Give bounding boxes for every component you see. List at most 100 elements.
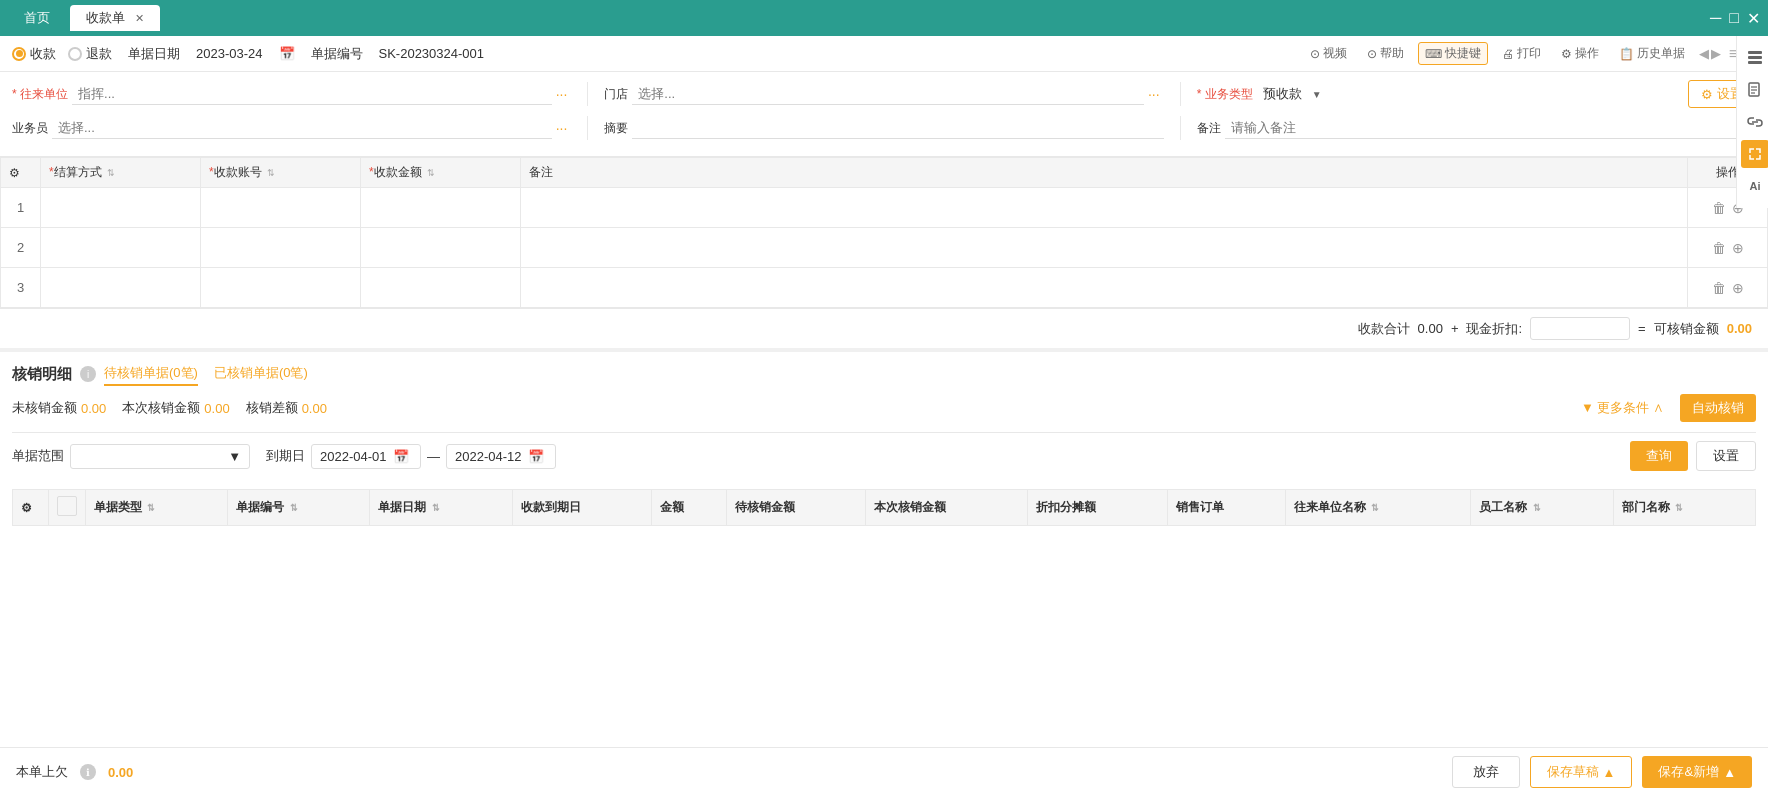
- summary-input[interactable]: [632, 117, 1163, 139]
- payment-method-col-header: *结算方式 ⇅: [41, 158, 201, 188]
- store-more-btn[interactable]: ···: [1144, 86, 1164, 102]
- operation-btn[interactable]: ⚙ 操作: [1555, 43, 1605, 64]
- divider-4: [1180, 116, 1181, 140]
- row-3-remarks[interactable]: [521, 268, 1688, 308]
- sidebar-expand-icon[interactable]: [1741, 140, 1768, 168]
- counterpart-input[interactable]: [72, 83, 552, 105]
- salesperson-more-btn[interactable]: ···: [552, 120, 572, 136]
- discount-input[interactable]: [1530, 317, 1630, 340]
- divider-3: [587, 116, 588, 140]
- save-draft-button[interactable]: 保存草稿 ▲: [1530, 756, 1633, 788]
- refund-radio[interactable]: 退款: [68, 45, 112, 63]
- main-container: 收款 退款 单据日期 2023-03-24 📅 单据编号 SK-20230324…: [0, 36, 1768, 796]
- row-2-account[interactable]: [201, 228, 361, 268]
- verification-info-icon[interactable]: i: [80, 366, 96, 382]
- footer-buttons: 放弃 保存草稿 ▲ 保存&新增 ▲: [1452, 756, 1752, 788]
- window-minimize-icon[interactable]: ─: [1710, 9, 1721, 28]
- row-2-delete-icon[interactable]: 🗑: [1712, 240, 1726, 256]
- calendar-icon[interactable]: 📅: [279, 46, 295, 61]
- tab-receipt[interactable]: 收款单 ✕: [70, 5, 160, 31]
- receipt-table: ⚙ *结算方式 ⇅ *收款账号 ⇅ *收款金额 ⇅ 备注 操作: [0, 157, 1768, 308]
- shortcut-btn[interactable]: ⌨ 快捷键: [1418, 42, 1488, 65]
- settings-col-header[interactable]: ⚙: [1, 158, 41, 188]
- row-1-amount[interactable]: [361, 188, 521, 228]
- row-1-remarks[interactable]: [521, 188, 1688, 228]
- date-value[interactable]: 2023-03-24: [196, 46, 263, 61]
- verification-title: 核销明细: [12, 365, 72, 384]
- tab-home[interactable]: 首页: [8, 5, 66, 31]
- counterpart-more-btn[interactable]: ···: [552, 86, 572, 102]
- next-arrow[interactable]: ▶: [1711, 46, 1721, 61]
- sidebar-document-icon[interactable]: [1741, 76, 1768, 104]
- right-sidebar: Ai: [1736, 36, 1768, 208]
- remarks-input[interactable]: [1225, 117, 1756, 139]
- summary-field: 摘要: [604, 117, 1163, 139]
- range-select[interactable]: ▼: [70, 444, 250, 469]
- store-input[interactable]: [632, 83, 1144, 105]
- remarks-label: 备注: [1197, 120, 1221, 137]
- verification-title-row: 核销明细 i 待核销单据(0笔) 已核销单据(0笔): [12, 362, 1756, 386]
- pending-tab[interactable]: 待核销单据(0笔): [104, 362, 198, 386]
- sort-icon-account: ⇅: [267, 168, 275, 178]
- this-order-value: 0.00: [108, 765, 133, 780]
- completed-tab[interactable]: 已核销单据(0笔): [214, 362, 308, 386]
- row-2-amount[interactable]: [361, 228, 521, 268]
- auto-verification-btn[interactable]: 自动核销: [1680, 394, 1756, 422]
- prev-arrow[interactable]: ◀: [1699, 46, 1709, 61]
- business-type-select[interactable]: 预收款 ▼: [1257, 82, 1688, 106]
- discard-button[interactable]: 放弃: [1452, 756, 1520, 788]
- due-end-date[interactable]: 2022-04-12 📅: [446, 444, 556, 469]
- number-value: SK-20230324-001: [379, 46, 485, 61]
- row-3-copy-icon[interactable]: ⊕: [1732, 280, 1744, 296]
- diff-value: 0.00: [302, 401, 327, 416]
- date-separator: —: [427, 449, 440, 464]
- bt-select-all-checkbox[interactable]: [57, 496, 77, 516]
- video-btn[interactable]: ⊙ 视频: [1304, 43, 1353, 64]
- row-2-copy-icon[interactable]: ⊕: [1732, 240, 1744, 256]
- window-maximize-icon[interactable]: □: [1729, 9, 1739, 28]
- setting-button-sm[interactable]: 设置: [1696, 441, 1756, 471]
- row-3-payment[interactable]: [41, 268, 201, 308]
- row-1-delete-icon[interactable]: 🗑: [1712, 200, 1726, 216]
- bt-settings-col[interactable]: ⚙: [13, 490, 49, 526]
- print-btn[interactable]: 🖨 打印: [1496, 43, 1547, 64]
- due-date-label: 到期日: [266, 447, 305, 465]
- due-start-date[interactable]: 2022-04-01 📅: [311, 444, 421, 469]
- form-section: * 往来单位 ··· 门店 ··· * 业务类型 预收款 ▼ ⚙: [0, 72, 1768, 157]
- bt-docdate-col: 单据日期 ⇅: [370, 490, 512, 526]
- business-type-value: 预收款: [1257, 82, 1308, 106]
- row-1-account[interactable]: [201, 188, 361, 228]
- history-btn[interactable]: 📋 历史单据: [1613, 43, 1691, 64]
- sidebar-ai-label[interactable]: Ai: [1741, 172, 1768, 200]
- tab-bar-right: ─ □ ✕: [1710, 9, 1760, 28]
- account-col-header: *收款账号 ⇅: [201, 158, 361, 188]
- help-btn[interactable]: ⊙ 帮助: [1361, 43, 1410, 64]
- filter-row: 单据范围 ▼ 到期日 2022-04-01 📅 — 2022-04-12 📅: [12, 432, 1756, 479]
- diff-label: 核销差额: [246, 399, 298, 417]
- save-new-button[interactable]: 保存&新增 ▲: [1642, 756, 1752, 788]
- row-1-payment[interactable]: [41, 188, 201, 228]
- tab-close-icon[interactable]: ✕: [135, 12, 144, 24]
- row-3-delete-icon[interactable]: 🗑: [1712, 280, 1726, 296]
- salesperson-input[interactable]: [52, 117, 552, 139]
- date-label: 单据日期: [128, 45, 180, 63]
- diff-stat: 核销差额 0.00: [246, 399, 327, 417]
- form-row-1: * 往来单位 ··· 门店 ··· * 业务类型 预收款 ▼ ⚙: [12, 80, 1756, 108]
- row-2-payment[interactable]: [41, 228, 201, 268]
- more-conditions-btn[interactable]: ▼ 更多条件 ∧: [1581, 399, 1664, 417]
- store-field: 门店 ···: [604, 83, 1163, 105]
- refund-radio-label: 退款: [86, 45, 112, 63]
- range-label: 单据范围: [12, 447, 64, 465]
- due-end-value: 2022-04-12: [455, 449, 522, 464]
- row-3-amount[interactable]: [361, 268, 521, 308]
- row-3-account[interactable]: [201, 268, 361, 308]
- unverified-stat: 未核销金额 0.00: [12, 399, 106, 417]
- number-label: 单据编号: [311, 45, 363, 63]
- footer-info-icon[interactable]: ℹ: [80, 764, 96, 780]
- receipt-radio[interactable]: 收款: [12, 45, 56, 63]
- sidebar-table-icon[interactable]: [1741, 44, 1768, 72]
- sidebar-link-icon[interactable]: [1741, 108, 1768, 136]
- row-2-remarks[interactable]: [521, 228, 1688, 268]
- query-button[interactable]: 查询: [1630, 441, 1688, 471]
- window-close-icon[interactable]: ✕: [1747, 9, 1760, 28]
